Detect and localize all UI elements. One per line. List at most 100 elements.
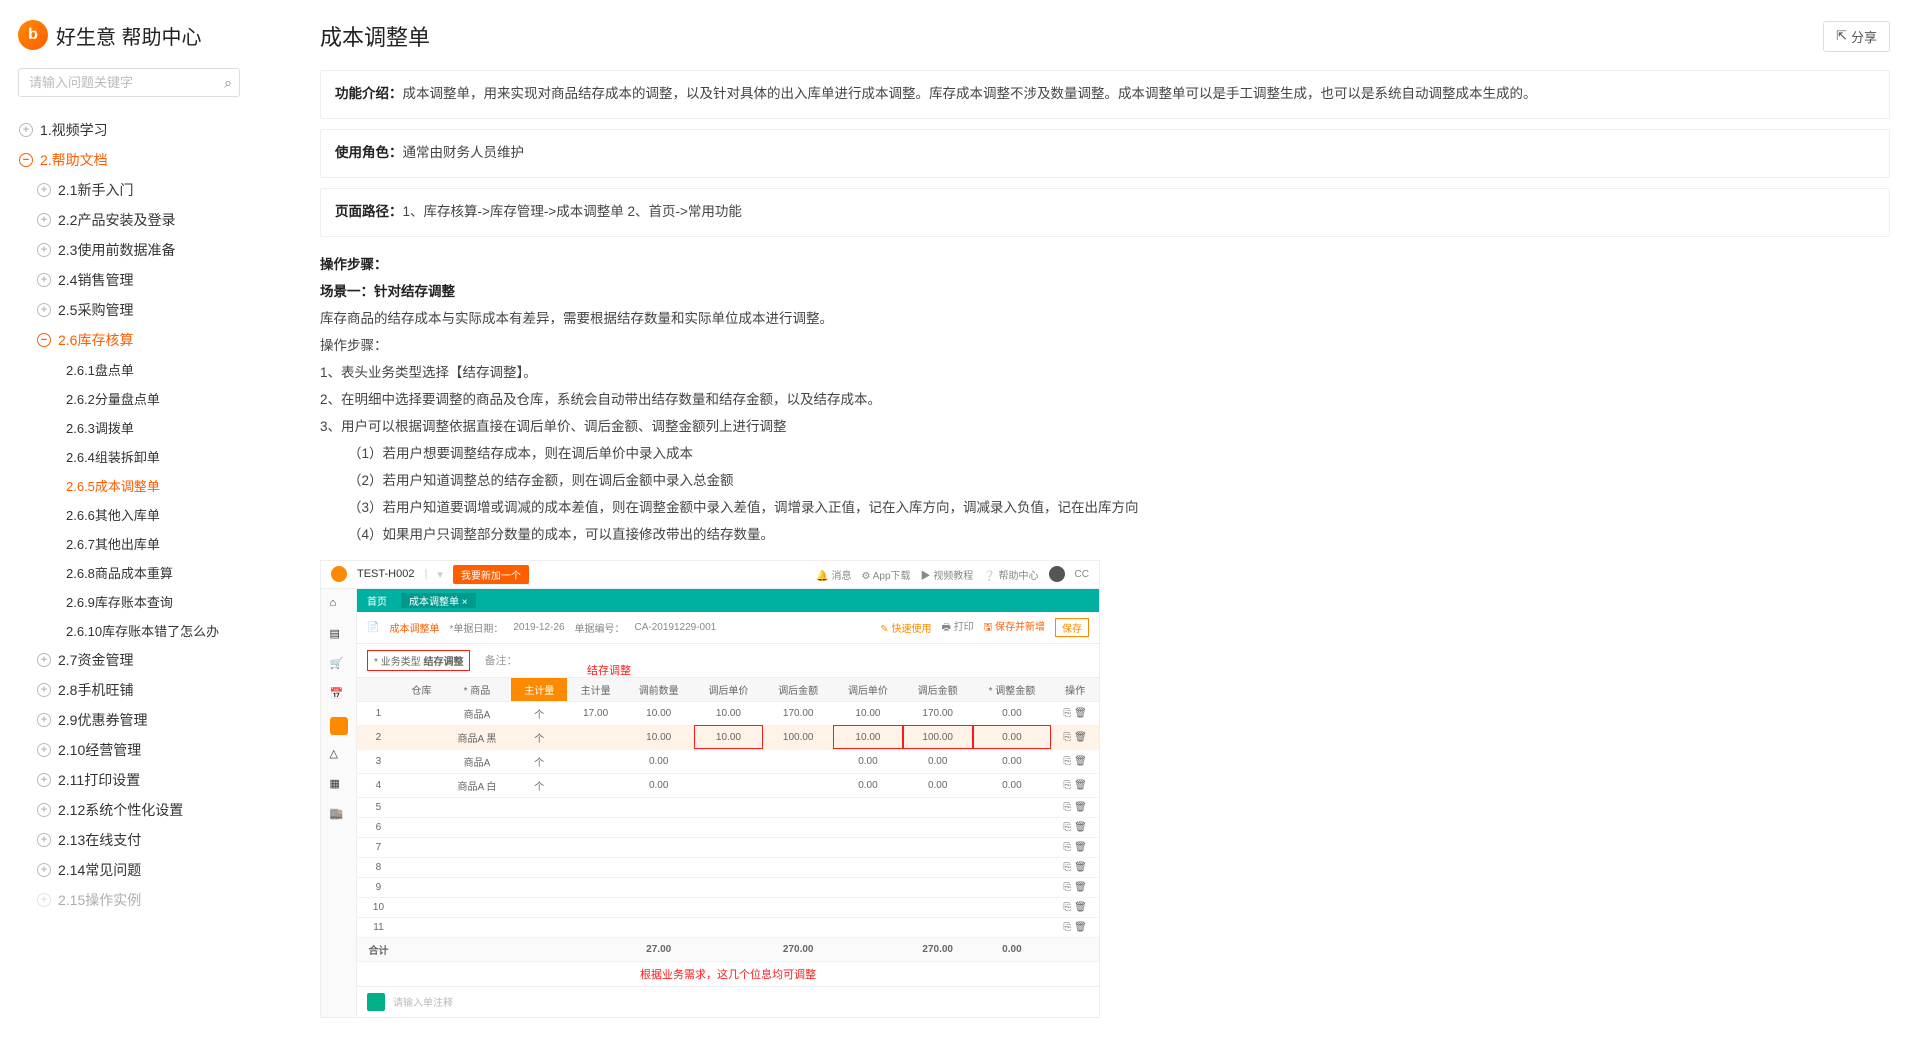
grid-header: * 调整金额	[973, 678, 1052, 702]
grid-row: 6⎘ 🗑	[357, 817, 1099, 837]
nav-video[interactable]: +1.视频学习	[18, 115, 240, 145]
biztype-label: * 业务类型	[374, 657, 421, 668]
shot-rail: ⌂ ▤ 🛒 📅 △ ▦ 🏬	[321, 589, 357, 1017]
grid-header	[357, 678, 400, 702]
grid-header: 主计量	[511, 678, 567, 702]
nav-label: 2.4销售管理	[58, 270, 133, 290]
grid-header: 调后金额	[763, 678, 833, 702]
path-label: 页面路径：	[335, 204, 403, 219]
brand-logo-icon: b	[18, 20, 48, 50]
grid-header: 操作	[1051, 678, 1099, 702]
step-3d: （4）如果用户只调整部分数量的成本，可以直接修改带出的结存数量。	[320, 521, 1890, 548]
shot-crumb-text: 成本调整单	[389, 620, 439, 635]
paragraph: 操作步骤：	[320, 332, 1890, 359]
steps-heading: 操作步骤：	[320, 251, 1890, 278]
shot-tabs: 首页 成本调整单 ×	[357, 589, 1099, 612]
nav-2-15[interactable]: +2.15操作实例	[18, 885, 240, 915]
nav-2-13[interactable]: +2.13在线支付	[18, 825, 240, 855]
grid-row: 5⎘ 🗑	[357, 797, 1099, 817]
nav-2-6-2[interactable]: 2.6.2分量盘点单	[18, 384, 240, 413]
sidebar: b 好生意 帮助中心 ⌕ +1.视频学习 −2.帮助文档 +2.1新手入门 +2…	[0, 0, 250, 1048]
step-3a: （1）若用户想要调整结存成本，则在调后单价中录入成本	[320, 440, 1890, 467]
nav-2-6-5[interactable]: 2.6.5成本调整单	[18, 471, 240, 500]
role-box: 使用角色：通常由财务人员维护	[320, 129, 1890, 178]
share-label: 分享	[1851, 27, 1877, 46]
grid-row: 2商品A 黑个10.0010.00100.0010.00100.000.00⎘ …	[357, 725, 1099, 749]
search-icon[interactable]: ⌕	[224, 74, 232, 91]
grid-row: 3商品A个0.000.000.000.00⎘ 🗑	[357, 749, 1099, 773]
nav-2-6-7[interactable]: 2.6.7其他出库单	[18, 529, 240, 558]
nav-2-6[interactable]: −2.6库存核算	[18, 325, 240, 355]
nav-docs[interactable]: −2.帮助文档	[18, 145, 240, 175]
step-3: 3、用户可以根据调整依据直接在调后单价、调后金额、调整金额列上进行调整	[320, 413, 1890, 440]
shot-save: 保存	[1055, 618, 1089, 637]
nav-2-6-1[interactable]: 2.6.1盘点单	[18, 355, 240, 384]
shot-user: CC	[1075, 569, 1089, 580]
shot-savecont: 保存并新增	[995, 622, 1045, 633]
nav-2-10[interactable]: +2.10经营管理	[18, 735, 240, 765]
shot-footer: 请输入单注释	[357, 986, 1099, 1017]
shot-date: 2019-12-26	[513, 622, 564, 633]
nav-label: 2.6.4组装拆卸单	[66, 447, 160, 466]
rail-icon: ▤	[330, 627, 348, 645]
grid-row: 10⎘ 🗑	[357, 897, 1099, 917]
shot-logo-icon	[331, 566, 347, 582]
footer-icon	[367, 993, 385, 1011]
shot-help: 帮助中心	[999, 571, 1039, 582]
nav-2-6-8[interactable]: 2.6.8商品成本重算	[18, 558, 240, 587]
shot-code-label: 单据编号：	[575, 620, 625, 635]
nav-2-9[interactable]: +2.9优惠券管理	[18, 705, 240, 735]
shot-grid: 仓库* 商品主计量主计量调前数量调后单价调后金额调后单价调后金额* 调整金额操作…	[357, 678, 1099, 962]
nav-2-4[interactable]: +2.4销售管理	[18, 265, 240, 295]
rail-icon-active	[330, 717, 348, 735]
remark-label: 备注：	[484, 652, 517, 668]
nav-2-6-10[interactable]: 2.6.10库存账本错了怎么办	[18, 616, 240, 645]
nav-2-1[interactable]: +2.1新手入门	[18, 175, 240, 205]
nav-label: 2.14常见问题	[58, 860, 141, 880]
main-content: 成本调整单 ⇱分享 功能介绍：成本调整单，用来实现对商品结存成本的调整，以及针对…	[250, 0, 1920, 1048]
nav-label: 2.6.5成本调整单	[66, 476, 160, 495]
share-button[interactable]: ⇱分享	[1823, 21, 1890, 52]
nav-label: 2.13在线支付	[58, 830, 141, 850]
shot-date-label: *单据日期：	[449, 620, 503, 635]
rail-icon: 🏬	[330, 807, 348, 825]
search-input[interactable]	[18, 68, 240, 97]
grid-row: 7⎘ 🗑	[357, 837, 1099, 857]
shot-tab-home: 首页	[367, 593, 387, 608]
search-box: ⌕	[18, 68, 240, 97]
nav-2-6-3[interactable]: 2.6.3调拨单	[18, 413, 240, 442]
nav-label: 2.6.3调拨单	[66, 418, 134, 437]
nav-2-2[interactable]: +2.2产品安装及登录	[18, 205, 240, 235]
nav-2-5[interactable]: +2.5采购管理	[18, 295, 240, 325]
nav-label: 2.6.7其他出库单	[66, 534, 160, 553]
nav-label: 2.6库存核算	[58, 330, 133, 350]
grid-total: 合计27.00270.00270.000.00	[357, 937, 1099, 961]
nav-2-3[interactable]: +2.3使用前数据准备	[18, 235, 240, 265]
nav-label: 2.6.6其他入库单	[66, 505, 160, 524]
grid-header: * 商品	[443, 678, 511, 702]
embedded-screenshot: TEST-H002 | ▾ 我要新加一个 🔔 消息 ⚙ App下载 ▶ 视频教程…	[320, 560, 1100, 1018]
nav-2-12[interactable]: +2.12系统个性化设置	[18, 795, 240, 825]
nav-label: 2.3使用前数据准备	[58, 240, 175, 260]
brand-title: 好生意 帮助中心	[56, 21, 202, 50]
intro-label: 功能介绍：	[335, 86, 403, 101]
nav-label: 2.5采购管理	[58, 300, 133, 320]
nav-label: 2.2产品安装及登录	[58, 210, 175, 230]
scene-heading: 场景一：针对结存调整	[320, 278, 1890, 305]
shot-crumb: 📄成本调整单 *单据日期：2019-12-26 单据编号：CA-20191229…	[357, 612, 1099, 644]
nav-2-14[interactable]: +2.14常见问题	[18, 855, 240, 885]
intro-text: 成本调整单，用来实现对商品结存成本的调整，以及针对具体的出入库单进行成本调整。库…	[403, 86, 1537, 101]
nav-label: 2.7资金管理	[58, 650, 133, 670]
nav-2-11[interactable]: +2.11打印设置	[18, 765, 240, 795]
role-text: 通常由财务人员维护	[403, 145, 525, 160]
rail-icon: △	[330, 747, 348, 765]
nav-2-6-4[interactable]: 2.6.4组装拆卸单	[18, 442, 240, 471]
nav-2-8[interactable]: +2.8手机旺铺	[18, 675, 240, 705]
nav-2-6-9[interactable]: 2.6.9库存账本查询	[18, 587, 240, 616]
nav-2-6-6[interactable]: 2.6.6其他入库单	[18, 500, 240, 529]
shot-topbar: TEST-H002 | ▾ 我要新加一个 🔔 消息 ⚙ App下载 ▶ 视频教程…	[321, 561, 1099, 589]
shot-new-button: 我要新加一个	[453, 565, 529, 584]
path-text: 1、库存核算->库存管理->成本调整单 2、首页->常用功能	[403, 204, 742, 219]
nav-2-7[interactable]: +2.7资金管理	[18, 645, 240, 675]
share-icon: ⇱	[1836, 28, 1847, 44]
